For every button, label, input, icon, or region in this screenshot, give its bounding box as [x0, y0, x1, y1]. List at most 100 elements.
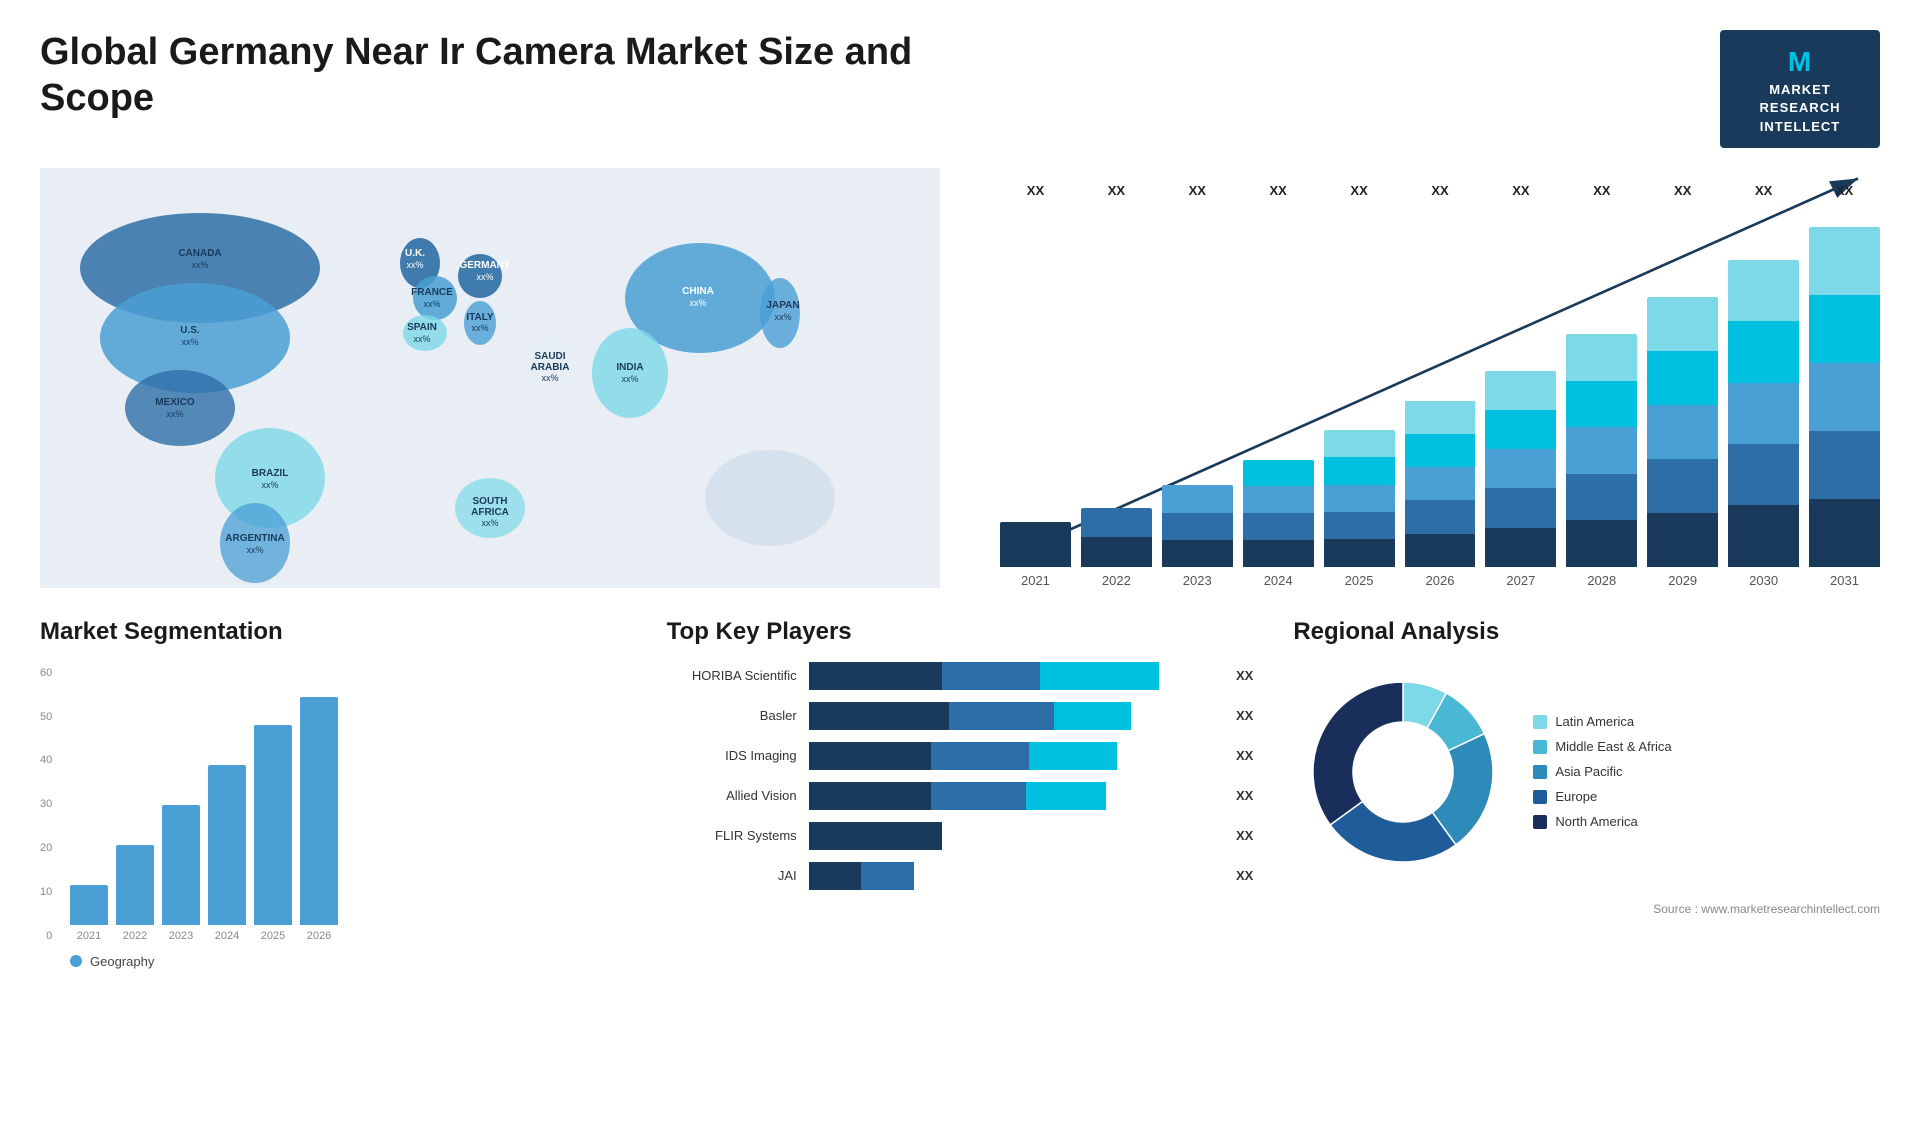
player-bar-value: XX	[1236, 788, 1253, 803]
player-row: BaslerXX	[667, 702, 1254, 730]
svg-text:MEXICO: MEXICO	[155, 397, 195, 408]
bar-year-label: 2026	[1405, 573, 1476, 588]
bar-segment	[1243, 460, 1314, 487]
world-map-section: CANADA xx% U.S. xx% MEXICO xx% BRAZIL xx…	[40, 168, 940, 588]
bar-segment	[1647, 297, 1718, 351]
bar-segment	[1728, 383, 1799, 444]
player-bar-seg3	[1040, 662, 1159, 690]
bar-segment	[1809, 295, 1880, 363]
bar-segment	[1405, 401, 1476, 434]
svg-text:GERMANY: GERMANY	[459, 260, 510, 271]
bottom-section: Market Segmentation 6050403020100 202120…	[40, 618, 1880, 969]
player-name: IDS Imaging	[667, 748, 797, 763]
bar-column: XX	[1081, 208, 1152, 567]
bar-segment	[1809, 227, 1880, 295]
svg-text:xx%: xx%	[181, 337, 198, 347]
bar-segment	[1324, 457, 1395, 484]
bar-segment	[1405, 500, 1476, 533]
svg-text:xx%: xx%	[481, 518, 498, 528]
bar-value-label: XX	[1270, 183, 1287, 198]
player-bar-seg2	[931, 782, 1026, 810]
seg-y-label: 10	[40, 886, 52, 898]
seg-bar-column: 2023	[162, 692, 200, 942]
bar-segment	[1243, 486, 1314, 513]
svg-text:xx%: xx%	[423, 299, 440, 309]
bar-column: XX	[1243, 208, 1314, 567]
player-bar-seg1	[809, 742, 932, 770]
legend-item: Middle East & Africa	[1533, 739, 1671, 754]
legend-label: Europe	[1555, 789, 1597, 804]
legend-item: Asia Pacific	[1533, 764, 1671, 779]
source-text: Source : www.marketresearchintellect.com	[1293, 902, 1880, 916]
bar-segment	[1485, 488, 1556, 527]
bar-value-label: XX	[1350, 183, 1367, 198]
legend-item: Europe	[1533, 789, 1671, 804]
svg-text:SAUDI: SAUDI	[534, 351, 565, 362]
logo-line3: INTELLECT	[1736, 118, 1864, 136]
bar-column: XX	[1000, 208, 1071, 567]
bar-segment	[1243, 513, 1314, 540]
svg-text:xx%: xx%	[406, 260, 423, 270]
seg-bar-column: 2024	[208, 692, 246, 942]
svg-text:CHINA: CHINA	[682, 286, 714, 297]
players-section: Top Key Players HORIBA ScientificXXBasle…	[667, 618, 1254, 969]
bar-segment	[1647, 405, 1718, 459]
bar-stacked	[1162, 485, 1233, 566]
header: Global Germany Near Ir Camera Market Siz…	[40, 30, 1880, 148]
bar-stacked	[1485, 371, 1556, 567]
bar-segment	[1566, 427, 1637, 474]
player-bar-seg3	[1029, 742, 1117, 770]
bar-segment	[1647, 351, 1718, 405]
bar-segment	[1485, 528, 1556, 567]
bar-segment	[1405, 434, 1476, 467]
pie-svg	[1293, 662, 1513, 882]
seg-bar	[300, 697, 338, 925]
bar-year-label: 2022	[1081, 573, 1152, 588]
seg-bar-year: 2023	[169, 930, 193, 942]
player-row: Allied VisionXX	[667, 782, 1254, 810]
player-bar-seg3	[1026, 782, 1107, 810]
bar-segment	[1809, 363, 1880, 431]
svg-text:xx%: xx%	[476, 272, 493, 282]
svg-text:ITALY: ITALY	[466, 312, 494, 323]
chart-area: XXXXXXXXXXXXXXXXXXXXXX	[1000, 168, 1880, 567]
bar-column: XX	[1566, 208, 1637, 567]
bar-year-label: 2027	[1485, 573, 1556, 588]
players-list: HORIBA ScientificXXBaslerXXIDS ImagingXX…	[667, 662, 1254, 890]
seg-y-axis: 6050403020100	[40, 662, 60, 942]
player-bar-wrap	[809, 742, 1216, 770]
seg-bar-year: 2021	[77, 930, 101, 942]
pie-wrap	[1293, 662, 1513, 882]
bar-value-label: XX	[1836, 183, 1853, 198]
bar-segment	[1647, 459, 1718, 513]
svg-text:xx%: xx%	[261, 480, 278, 490]
player-bar-seg2	[861, 862, 914, 890]
map-container: CANADA xx% U.S. xx% MEXICO xx% BRAZIL xx…	[40, 168, 940, 588]
svg-text:U.K.: U.K.	[405, 248, 425, 259]
seg-bar	[254, 725, 292, 925]
bar-stacked	[1566, 334, 1637, 567]
bar-column: XX	[1809, 208, 1880, 567]
bar-stacked	[1324, 430, 1395, 567]
bar-year-label: 2031	[1809, 573, 1880, 588]
legend-color-box	[1533, 790, 1547, 804]
player-name: FLIR Systems	[667, 828, 797, 843]
player-bar-seg1	[809, 862, 862, 890]
bar-segment	[1405, 534, 1476, 567]
bar-stacked	[1728, 260, 1799, 567]
bar-stacked	[1081, 508, 1152, 567]
svg-text:xx%: xx%	[166, 409, 183, 419]
seg-bar	[116, 845, 154, 925]
seg-bar-year: 2022	[123, 930, 147, 942]
bar-column: XX	[1647, 208, 1718, 567]
bar-segment	[1728, 260, 1799, 321]
bar-segment	[1728, 444, 1799, 505]
bar-value-label: XX	[1755, 183, 1772, 198]
svg-text:xx%: xx%	[774, 312, 791, 322]
svg-text:xx%: xx%	[689, 298, 706, 308]
legend-color-box	[1533, 740, 1547, 754]
seg-legend-dot	[70, 955, 82, 967]
legend-color-box	[1533, 715, 1547, 729]
bar-stacked	[1243, 460, 1314, 567]
bar-column: XX	[1324, 208, 1395, 567]
